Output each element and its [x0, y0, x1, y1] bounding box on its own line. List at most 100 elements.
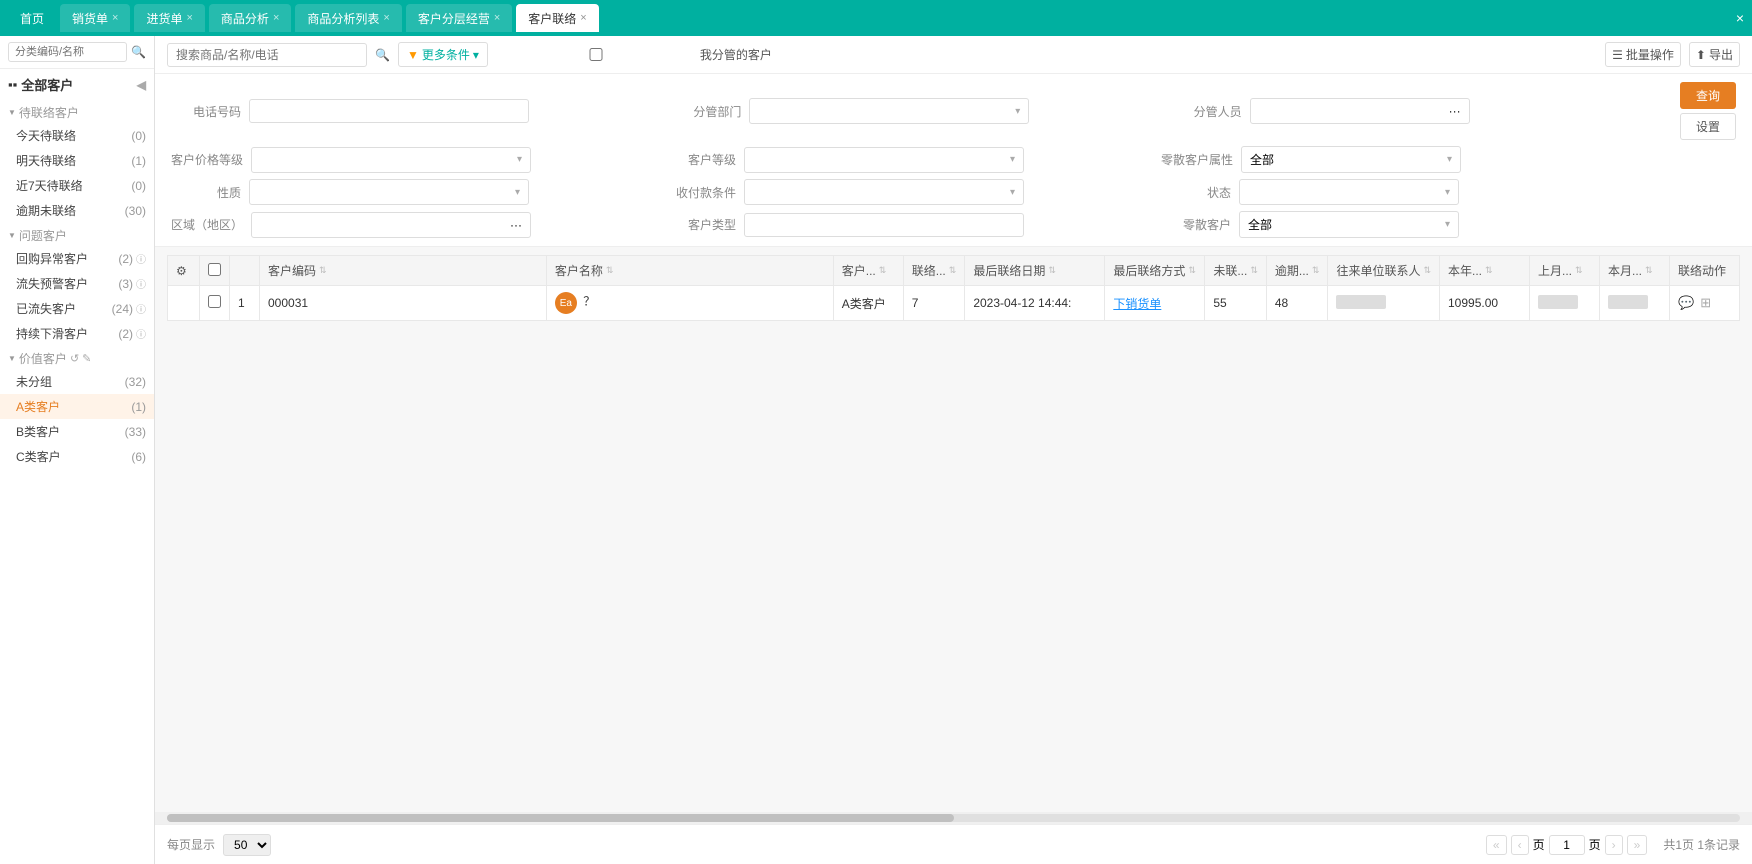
page-number-input[interactable]	[1549, 835, 1585, 855]
nature-select[interactable]: ▾	[249, 179, 529, 205]
dept-select[interactable]: ▾	[749, 98, 1029, 124]
sidebar-item-lost[interactable]: 已流失客户 (24) ⓘ	[0, 296, 154, 321]
sidebar-item-c-class[interactable]: C类客户 (6)	[0, 444, 154, 469]
sidebar-item-7days[interactable]: 近7天待联络 (0)	[0, 173, 154, 198]
field-nature: 性质 ▾	[171, 179, 666, 205]
sort-last-method-icon: ⇅	[1188, 265, 1196, 276]
first-page-btn[interactable]: «	[1486, 835, 1507, 855]
col-action: 联络动作	[1670, 256, 1740, 286]
price-level-select[interactable]: ▾	[251, 147, 531, 173]
retail-customer-select[interactable]: 全部 ▾	[1239, 211, 1459, 238]
status-select[interactable]: ▾	[1239, 179, 1459, 205]
col-this-month[interactable]: 本月... ⇅	[1600, 256, 1670, 286]
close-analysis-tab[interactable]: ×	[273, 12, 279, 24]
scrollbar-track[interactable]	[167, 814, 1740, 822]
next-page-btn[interactable]: ›	[1605, 835, 1623, 855]
close-purchase-tab[interactable]: ×	[186, 12, 192, 24]
last-method-link[interactable]: 下销货单	[1113, 297, 1161, 311]
my-customers-check[interactable]	[496, 48, 696, 61]
sidebar-collapse-btn[interactable]: ◀	[137, 78, 146, 92]
more-conditions-btn[interactable]: ▼ 更多条件 ▾	[398, 42, 488, 67]
sidebar-item-a-class[interactable]: A类客户 (1)	[0, 394, 154, 419]
qr-action-icon[interactable]: ⊞	[1700, 295, 1711, 311]
search-bar-icon[interactable]: 🔍	[375, 48, 390, 62]
page-size-select[interactable]: 50	[223, 834, 271, 856]
retail-attr-select[interactable]: 全部 ▾	[1241, 146, 1461, 173]
col-last-date[interactable]: 最后联络日期 ⇅	[965, 256, 1105, 286]
tab-analysis[interactable]: 商品分析 ×	[209, 4, 291, 32]
close-contact-tab[interactable]: ×	[580, 12, 586, 24]
horizontal-scrollbar[interactable]	[155, 812, 1752, 824]
tab-sales[interactable]: 销货单 ×	[60, 4, 130, 32]
col-gear[interactable]: ⚙	[168, 256, 200, 286]
col-type[interactable]: 客户... ⇅	[833, 256, 903, 286]
phone-input[interactable]	[249, 99, 529, 123]
close-analysis-list-tab[interactable]: ×	[383, 12, 389, 24]
col-last-month[interactable]: 上月... ⇅	[1530, 256, 1600, 286]
col-contact[interactable]: 联络... ⇅	[903, 256, 965, 286]
row-last-date: 2023-04-12 14:44:	[965, 286, 1105, 321]
this-month-placeholder	[1608, 295, 1648, 309]
customer-level-select[interactable]: ▾	[744, 147, 1024, 173]
customer-level-chevron-icon: ▾	[1010, 154, 1015, 165]
payment-select[interactable]: ▾	[744, 179, 1024, 205]
col-no-contact[interactable]: 未联... ⇅	[1205, 256, 1267, 286]
row-select-checkbox[interactable]	[208, 295, 221, 308]
sort-this-year-icon: ⇅	[1485, 265, 1493, 276]
region-select[interactable]: ···	[251, 212, 531, 238]
page-nav: « ‹ 页 页 › »	[1486, 835, 1647, 855]
scrollbar-thumb[interactable]	[167, 814, 954, 822]
group-problem[interactable]: ▼ 问题客户	[0, 223, 154, 246]
sidebar-search-input[interactable]	[8, 42, 127, 62]
col-overdue[interactable]: 逾期... ⇅	[1266, 256, 1328, 286]
sidebar-item-b-class[interactable]: B类客户 (33)	[0, 419, 154, 444]
row-checkbox[interactable]	[200, 286, 230, 321]
tab-home[interactable]: 首页	[8, 4, 56, 32]
sidebar-item-ungroup[interactable]: 未分组 (32)	[0, 369, 154, 394]
tab-customer-segment[interactable]: 客户分层经营 ×	[406, 4, 512, 32]
message-action-icon[interactable]: 💬	[1678, 295, 1694, 311]
sidebar-item-declining[interactable]: 持续下滑客户 (2) ⓘ	[0, 321, 154, 346]
tab-purchase[interactable]: 进货单 ×	[134, 4, 204, 32]
field-dept: 分管部门 ▾	[671, 98, 1171, 124]
col-unit-contact[interactable]: 往来单位联系人 ⇅	[1328, 256, 1440, 286]
sidebar-search-icon[interactable]: 🔍	[131, 45, 146, 59]
search-input[interactable]	[167, 43, 367, 67]
sidebar-item-abnormal[interactable]: 回购异常客户 (2) ⓘ	[0, 246, 154, 271]
refresh-value-icon[interactable]: ↺	[70, 352, 79, 365]
export-btn[interactable]: ⬆ 导出	[1689, 42, 1740, 67]
info-icon-lost: ⓘ	[136, 301, 146, 316]
customer-type-input[interactable]	[744, 213, 1024, 237]
tab-analysis-list[interactable]: 商品分析列表 ×	[295, 4, 401, 32]
sidebar-item-today[interactable]: 今天待联络 (0)	[0, 123, 154, 148]
status-chevron-icon: ▾	[1445, 187, 1450, 198]
col-name[interactable]: 客户名称 ⇅	[546, 256, 833, 286]
last-page-btn[interactable]: »	[1627, 835, 1648, 855]
sidebar-item-warning[interactable]: 流失预警客户 (3) ⓘ	[0, 271, 154, 296]
window-close-button[interactable]: ×	[1736, 10, 1744, 26]
field-status: 状态 ▾	[1161, 179, 1656, 205]
col-checkbox	[200, 256, 230, 286]
col-this-year[interactable]: 本年... ⇅	[1440, 256, 1530, 286]
tab-customer-contact[interactable]: 客户联络 ×	[516, 4, 598, 32]
select-all-checkbox[interactable]	[208, 263, 221, 276]
edit-value-icon[interactable]: ✎	[82, 352, 91, 365]
field-phone: 电话号码	[171, 99, 671, 123]
close-sales-tab[interactable]: ×	[112, 12, 118, 24]
group-pending[interactable]: ▼ 待联络客户	[0, 100, 154, 123]
sidebar-item-tomorrow[interactable]: 明天待联络 (1)	[0, 148, 154, 173]
batch-operation-btn[interactable]: ☰ 批量操作	[1605, 42, 1681, 67]
settings-button[interactable]: 设置	[1680, 113, 1736, 140]
close-segment-tab[interactable]: ×	[494, 12, 500, 24]
all-customers-header[interactable]: ▪▪ 全部客户 ◀	[0, 69, 154, 100]
person-select[interactable]: ···	[1250, 98, 1470, 124]
page-label-before: 页	[1533, 836, 1545, 853]
sidebar-item-overdue[interactable]: 逾期未联络 (30)	[0, 198, 154, 223]
query-button[interactable]: 查询	[1680, 82, 1736, 109]
group-value[interactable]: ▼ 价值客户 ↺ ✎	[0, 346, 154, 369]
my-customers-checkbox[interactable]: 我分管的客户	[496, 46, 772, 63]
col-code[interactable]: 客户编码 ⇅	[260, 256, 547, 286]
price-level-chevron-icon: ▾	[517, 154, 522, 165]
prev-page-btn[interactable]: ‹	[1511, 835, 1529, 855]
col-last-method[interactable]: 最后联络方式 ⇅	[1105, 256, 1205, 286]
